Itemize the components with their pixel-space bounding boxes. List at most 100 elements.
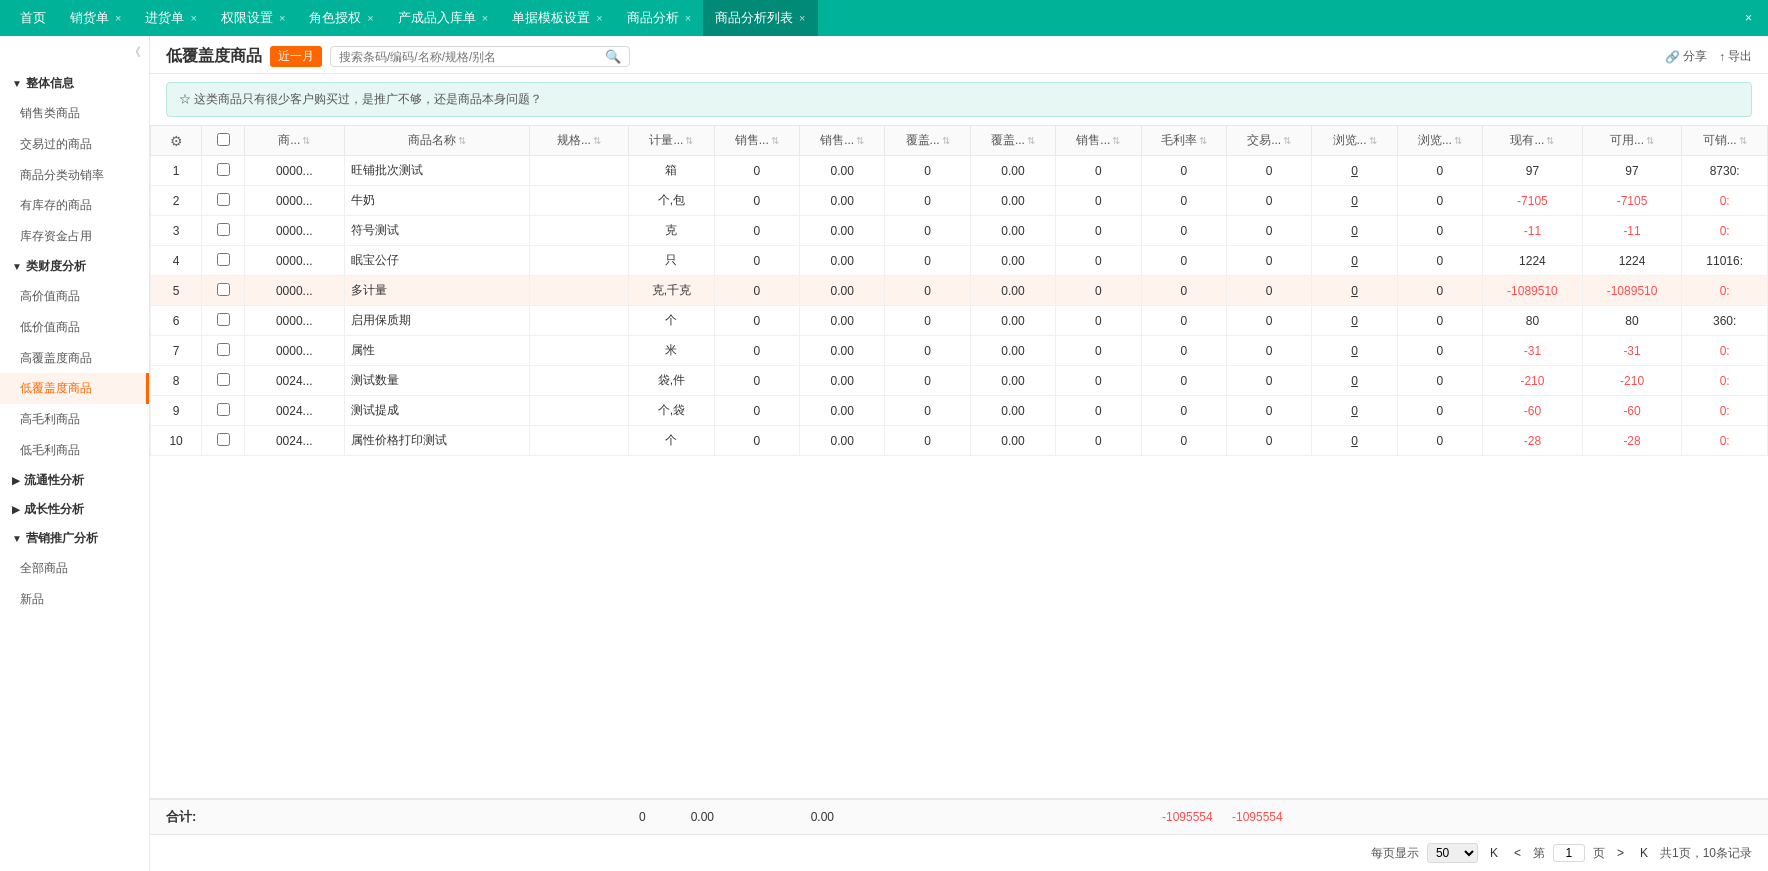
sidebar-item-high-margin[interactable]: 高毛利商品 <box>0 404 149 435</box>
nav-close-icon[interactable]: × <box>115 12 121 24</box>
row-checkbox[interactable] <box>217 313 230 326</box>
nav-goods-analysis-list[interactable]: 商品分析列表 × <box>703 0 817 36</box>
row-browse1[interactable]: 0 <box>1312 246 1397 276</box>
period-button[interactable]: 近一月 <box>270 46 322 67</box>
sort-icon[interactable]: ⇅ <box>458 135 466 146</box>
row-browse1[interactable]: 0 <box>1312 426 1397 456</box>
sort-icon[interactable]: ⇅ <box>1369 135 1377 146</box>
nav-template[interactable]: 单据模板设置 × <box>500 0 614 36</box>
sort-icon[interactable]: ⇅ <box>1199 135 1207 146</box>
sort-icon[interactable]: ⇅ <box>1546 135 1554 146</box>
nav-close-icon[interactable]: × <box>482 12 488 24</box>
th-check[interactable] <box>202 126 245 156</box>
row-name[interactable]: 符号测试 <box>344 216 529 246</box>
sort-icon[interactable]: ⇅ <box>1454 135 1462 146</box>
sidebar-section-financial[interactable]: ▼ 类财度分析 <box>0 252 149 281</box>
row-have: -60 <box>1483 396 1583 426</box>
sidebar-section-marketing[interactable]: ▼ 营销推广分析 <box>0 524 149 553</box>
row-checkbox[interactable] <box>217 253 230 266</box>
row-name[interactable]: 测试数量 <box>344 366 529 396</box>
sort-icon[interactable]: ⇅ <box>771 135 779 146</box>
sidebar-item-low-coverage[interactable]: 低覆盖度商品 <box>0 373 149 404</box>
sort-icon[interactable]: ⇅ <box>1283 135 1291 146</box>
sidebar-item-new-goods[interactable]: 新品 <box>0 584 149 615</box>
nav-sales-order[interactable]: 销货单 × <box>58 0 133 36</box>
share-button[interactable]: 🔗 分享 <box>1665 48 1707 65</box>
sidebar-item-high-coverage[interactable]: 高覆盖度商品 <box>0 343 149 374</box>
sort-icon[interactable]: ⇅ <box>1646 135 1654 146</box>
row-checkbox[interactable] <box>217 163 230 176</box>
sort-icon[interactable]: ⇅ <box>685 135 693 146</box>
nav-purchase[interactable]: 进货单 × <box>133 0 208 36</box>
sidebar-item-all-goods[interactable]: 全部商品 <box>0 553 149 584</box>
sidebar-section-overall[interactable]: ▼ 整体信息 <box>0 69 149 98</box>
sidebar-item-sales-goods[interactable]: 销售类商品 <box>0 98 149 129</box>
row-name[interactable]: 旺铺批次测试 <box>344 156 529 186</box>
row-checkbox[interactable] <box>217 223 230 236</box>
th-settings[interactable]: ⚙ <box>151 126 202 156</box>
sort-icon[interactable]: ⇅ <box>593 135 601 146</box>
sidebar-item-in-stock[interactable]: 有库存的商品 <box>0 190 149 221</box>
nav-permissions[interactable]: 权限设置 × <box>209 0 297 36</box>
sidebar-item-low-value[interactable]: 低价值商品 <box>0 312 149 343</box>
row-checkbox[interactable] <box>217 373 230 386</box>
select-all-checkbox[interactable] <box>217 133 230 146</box>
sort-icon[interactable]: ⇅ <box>1739 135 1747 146</box>
sort-icon[interactable]: ⇅ <box>1027 135 1035 146</box>
sidebar-item-stock-capital[interactable]: 库存资金占用 <box>0 221 149 252</box>
row-name[interactable]: 测试提成 <box>344 396 529 426</box>
row-name[interactable]: 多计量 <box>344 276 529 306</box>
prev-prev-button[interactable]: K <box>1486 845 1502 861</box>
nav-production[interactable]: 产成品入库单 × <box>386 0 500 36</box>
sort-icon[interactable]: ⇅ <box>302 135 310 146</box>
sidebar-item-category-rate[interactable]: 商品分类动销率 <box>0 160 149 191</box>
per-page-select[interactable]: 50 20 100 200 <box>1427 843 1478 863</box>
row-checkbox[interactable] <box>217 283 230 296</box>
row-browse1[interactable]: 0 <box>1312 156 1397 186</box>
nav-goods-analysis[interactable]: 商品分析 × <box>615 0 703 36</box>
row-browse1[interactable]: 0 <box>1312 276 1397 306</box>
row-browse1[interactable]: 0 <box>1312 336 1397 366</box>
nav-close-icon[interactable]: × <box>799 12 805 24</box>
export-button[interactable]: ↑ 导出 <box>1719 48 1752 65</box>
row-name[interactable]: 眠宝公仔 <box>344 246 529 276</box>
next-next-button[interactable]: K <box>1636 845 1652 861</box>
row-checkbox[interactable] <box>217 343 230 356</box>
prev-button[interactable]: < <box>1510 845 1525 861</box>
total-info: 共1页，10条记录 <box>1660 845 1752 862</box>
nav-close-all[interactable]: × <box>1737 11 1760 25</box>
row-checkbox[interactable] <box>217 193 230 206</box>
sort-icon[interactable]: ⇅ <box>942 135 950 146</box>
sidebar-item-low-margin[interactable]: 低毛利商品 <box>0 435 149 466</box>
nav-close-icon[interactable]: × <box>190 12 196 24</box>
nav-close-icon[interactable]: × <box>596 12 602 24</box>
row-browse1[interactable]: 0 <box>1312 216 1397 246</box>
sort-icon[interactable]: ⇅ <box>856 135 864 146</box>
row-name[interactable]: 启用保质期 <box>344 306 529 336</box>
row-browse1[interactable]: 0 <box>1312 186 1397 216</box>
row-browse1[interactable]: 0 <box>1312 306 1397 336</box>
sidebar-item-high-value[interactable]: 高价值商品 <box>0 281 149 312</box>
sidebar-section-growth[interactable]: ▶ 成长性分析 <box>0 495 149 524</box>
row-name[interactable]: 属性价格打印测试 <box>344 426 529 456</box>
row-browse1[interactable]: 0 <box>1312 366 1397 396</box>
nav-close-icon[interactable]: × <box>685 12 691 24</box>
row-name[interactable]: 属性 <box>344 336 529 366</box>
row-checkbox[interactable] <box>217 403 230 416</box>
row-name[interactable]: 牛奶 <box>344 186 529 216</box>
settings-icon[interactable]: ⚙ <box>170 133 183 149</box>
row-checkbox[interactable] <box>217 433 230 446</box>
per-page-label: 每页显示 <box>1371 845 1419 862</box>
nav-home[interactable]: 首页 <box>8 0 58 36</box>
nav-close-icon[interactable]: × <box>279 12 285 24</box>
nav-close-icon[interactable]: × <box>367 12 373 24</box>
nav-roles[interactable]: 角色授权 × <box>297 0 385 36</box>
search-input[interactable] <box>339 50 605 64</box>
sidebar-toggle[interactable]: 《 <box>0 36 149 69</box>
sort-icon[interactable]: ⇅ <box>1112 135 1120 146</box>
sidebar-section-circulation[interactable]: ▶ 流通性分析 <box>0 466 149 495</box>
page-number-input[interactable] <box>1553 844 1585 862</box>
next-button[interactable]: > <box>1613 845 1628 861</box>
row-browse1[interactable]: 0 <box>1312 396 1397 426</box>
sidebar-item-traded-goods[interactable]: 交易过的商品 <box>0 129 149 160</box>
